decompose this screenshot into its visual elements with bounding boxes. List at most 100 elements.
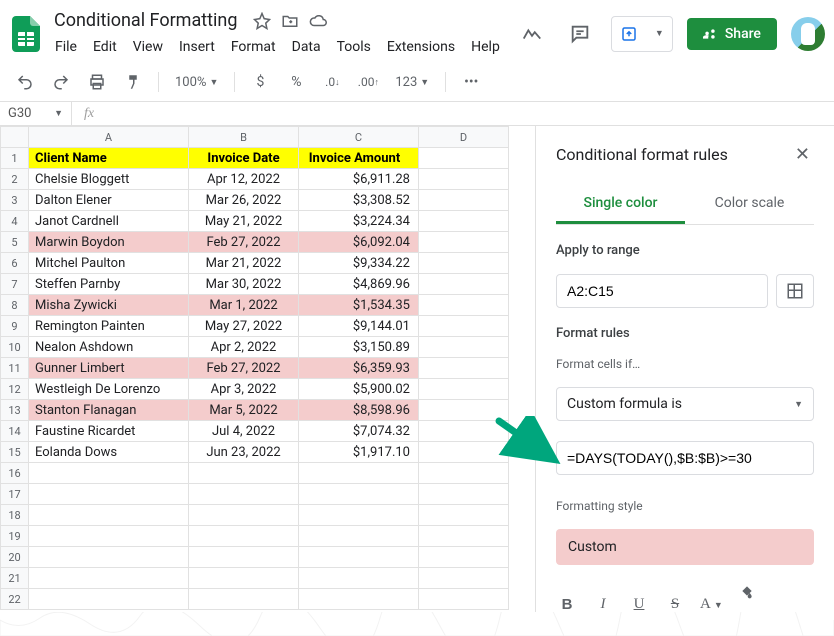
condition-select[interactable]: Custom formula is▼ xyxy=(556,387,814,421)
cell[interactable]: Feb 27, 2022 xyxy=(189,232,299,253)
select-range-icon[interactable] xyxy=(776,274,814,308)
menu-help[interactable]: Help xyxy=(464,35,507,59)
cell[interactable] xyxy=(299,484,419,505)
present-icon[interactable] xyxy=(612,17,646,51)
cell[interactable]: Mar 30, 2022 xyxy=(189,274,299,295)
cell[interactable]: Faustine Ricardet xyxy=(29,421,189,442)
formula-input[interactable] xyxy=(106,102,834,125)
cell[interactable]: Jul 4, 2022 xyxy=(189,421,299,442)
cell[interactable] xyxy=(299,547,419,568)
close-icon[interactable]: ✕ xyxy=(791,140,814,169)
row-header[interactable]: 16 xyxy=(1,463,29,484)
paint-format-icon[interactable] xyxy=(120,69,146,95)
cell[interactable]: Chelsie Bloggett xyxy=(29,169,189,190)
doc-title[interactable]: Conditional Formatting xyxy=(48,8,243,33)
cell[interactable]: $6,359.93 xyxy=(299,358,419,379)
tab-color-scale[interactable]: Color scale xyxy=(685,185,814,224)
cell[interactable]: Dalton Elener xyxy=(29,190,189,211)
col-header-a[interactable]: A xyxy=(29,127,189,148)
percent-icon[interactable]: % xyxy=(283,69,309,95)
cell[interactable]: Misha Zywicki xyxy=(29,295,189,316)
cell[interactable]: $6,092.04 xyxy=(299,232,419,253)
cell[interactable]: Nealon Ashdown xyxy=(29,337,189,358)
cell[interactable] xyxy=(419,400,509,421)
cell[interactable]: Mitchel Paulton xyxy=(29,253,189,274)
row-header[interactable]: 19 xyxy=(1,526,29,547)
cell[interactable] xyxy=(419,232,509,253)
cell[interactable]: Apr 2, 2022 xyxy=(189,337,299,358)
row-header[interactable]: 8 xyxy=(1,295,29,316)
cell[interactable]: $4,869.96 xyxy=(299,274,419,295)
style-preview[interactable]: Custom xyxy=(556,529,814,565)
name-box[interactable]: G30▼ xyxy=(0,102,72,125)
underline-icon[interactable]: U xyxy=(628,596,650,613)
cell[interactable]: Stanton Flanagan xyxy=(29,400,189,421)
cell[interactable]: Janot Cardnell xyxy=(29,211,189,232)
cell[interactable] xyxy=(419,463,509,484)
cell[interactable] xyxy=(29,505,189,526)
cell[interactable] xyxy=(419,211,509,232)
menu-tools[interactable]: Tools xyxy=(330,35,378,59)
cell[interactable] xyxy=(419,484,509,505)
menu-view[interactable]: View xyxy=(126,35,170,59)
cell[interactable]: Mar 1, 2022 xyxy=(189,295,299,316)
cell[interactable]: Mar 21, 2022 xyxy=(189,253,299,274)
row-header[interactable]: 20 xyxy=(1,547,29,568)
cell[interactable]: Invoice Date xyxy=(189,148,299,169)
bold-icon[interactable]: B xyxy=(556,596,578,613)
cell[interactable] xyxy=(419,253,509,274)
cell[interactable] xyxy=(419,421,509,442)
row-header[interactable]: 13 xyxy=(1,400,29,421)
row-header[interactable]: 21 xyxy=(1,568,29,589)
cell[interactable] xyxy=(419,358,509,379)
row-header[interactable]: 9 xyxy=(1,316,29,337)
cell[interactable] xyxy=(299,568,419,589)
dec-increase-icon[interactable]: .00↑ xyxy=(355,69,381,95)
cell[interactable]: Marwin Boydon xyxy=(29,232,189,253)
cell[interactable] xyxy=(29,547,189,568)
row-header[interactable]: 15 xyxy=(1,442,29,463)
cell[interactable]: $3,150.89 xyxy=(299,337,419,358)
row-header[interactable]: 12 xyxy=(1,379,29,400)
share-button[interactable]: Share xyxy=(687,18,777,50)
account-avatar[interactable] xyxy=(791,17,825,51)
row-header[interactable]: 18 xyxy=(1,505,29,526)
cell[interactable] xyxy=(29,484,189,505)
cell[interactable]: $9,334.22 xyxy=(299,253,419,274)
row-header[interactable]: 10 xyxy=(1,337,29,358)
cell[interactable]: $1,534.35 xyxy=(299,295,419,316)
menu-format[interactable]: Format xyxy=(224,35,283,59)
menu-insert[interactable]: Insert xyxy=(172,35,222,59)
cell[interactable]: Mar 26, 2022 xyxy=(189,190,299,211)
cell[interactable]: $1,917.10 xyxy=(299,442,419,463)
more-tools-icon[interactable]: ••• xyxy=(458,69,484,95)
cell[interactable]: Eolanda Dows xyxy=(29,442,189,463)
cell[interactable] xyxy=(419,442,509,463)
cell[interactable]: May 27, 2022 xyxy=(189,316,299,337)
present-dropdown[interactable]: ▼ xyxy=(646,17,672,51)
cell[interactable]: Mar 5, 2022 xyxy=(189,400,299,421)
cell[interactable]: Steffen Parnby xyxy=(29,274,189,295)
cell[interactable] xyxy=(419,337,509,358)
cell[interactable] xyxy=(419,505,509,526)
cell[interactable] xyxy=(189,547,299,568)
cell[interactable] xyxy=(189,484,299,505)
number-format-select[interactable]: 123▼ xyxy=(391,75,433,90)
cell[interactable]: $3,308.52 xyxy=(299,190,419,211)
row-header[interactable]: 1 xyxy=(1,148,29,169)
col-header-d[interactable]: D xyxy=(419,127,509,148)
range-input[interactable] xyxy=(556,274,768,308)
print-icon[interactable] xyxy=(84,69,110,95)
cell[interactable]: $7,074.32 xyxy=(299,421,419,442)
row-header[interactable]: 11 xyxy=(1,358,29,379)
cell[interactable]: Feb 27, 2022 xyxy=(189,358,299,379)
move-icon[interactable] xyxy=(281,12,299,30)
menu-data[interactable]: Data xyxy=(285,35,328,59)
text-color-icon[interactable]: A▼ xyxy=(700,596,722,613)
undo-icon[interactable] xyxy=(12,69,38,95)
cell[interactable] xyxy=(189,463,299,484)
cell[interactable]: $6,911.28 xyxy=(299,169,419,190)
cell[interactable] xyxy=(189,505,299,526)
cell[interactable] xyxy=(299,589,419,610)
cell[interactable]: $5,900.02 xyxy=(299,379,419,400)
